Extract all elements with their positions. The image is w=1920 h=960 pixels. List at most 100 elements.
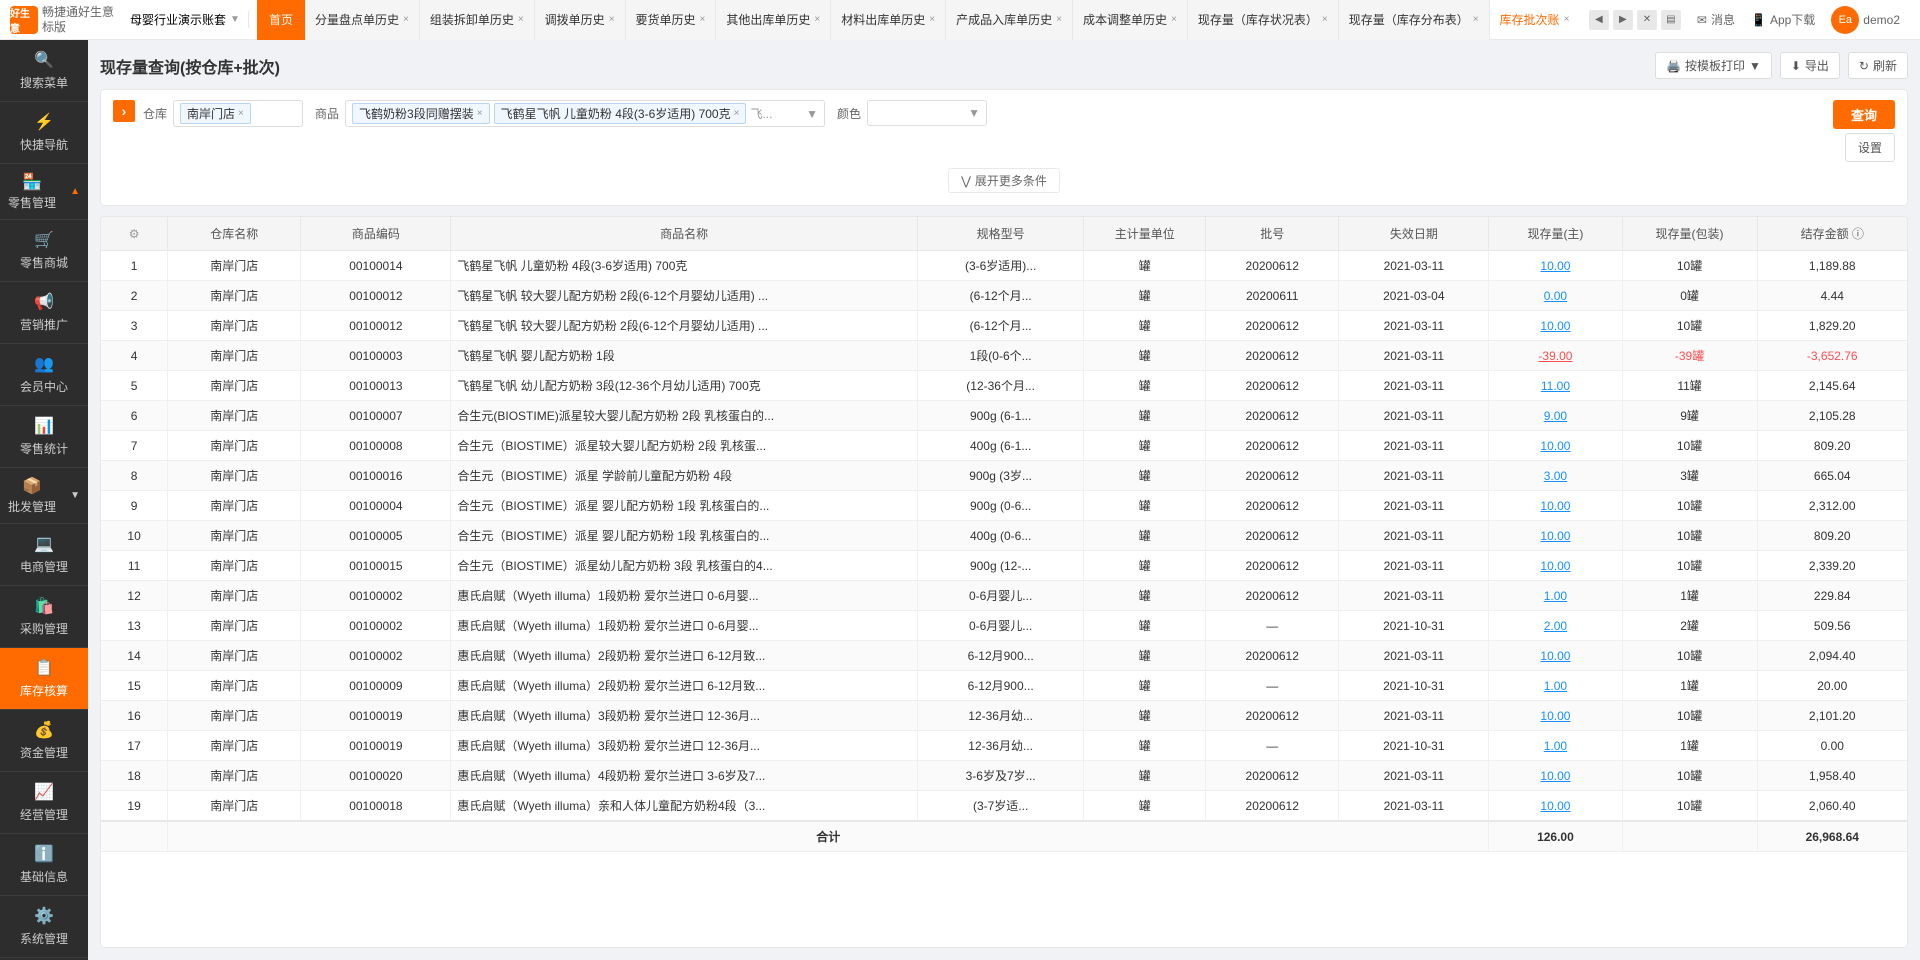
row-stock-main[interactable]: 10.00 bbox=[1489, 431, 1622, 461]
product-tag-1-remove[interactable]: × bbox=[477, 108, 483, 119]
sidebar-item-retail-mgmt[interactable]: 🏪 零售管理 ▲ bbox=[0, 164, 88, 220]
tab-7[interactable]: 产成品入库单历史× bbox=[946, 0, 1073, 40]
product-tag-area[interactable]: 飞鹤奶粉3段同赠摆装 × 飞鹤星飞帆 儿童奶粉 4段(3-6岁适用) 700克 … bbox=[345, 100, 825, 127]
row-stock-main[interactable]: 1.00 bbox=[1489, 671, 1622, 701]
color-tag-area[interactable]: ▼ bbox=[867, 100, 987, 126]
tab-11[interactable]: 库存批次账× bbox=[1490, 2, 1573, 38]
row-unit: 罐 bbox=[1084, 341, 1206, 371]
sidebar: 🔍 搜索菜单 ⚡ 快捷导航 🏪 零售管理 ▲ 🛒 零售商城 📢 营销推广 👥 会… bbox=[0, 40, 88, 960]
column-settings-icon[interactable]: ⚙ bbox=[129, 227, 140, 241]
tab-6[interactable]: 材料出库单历史× bbox=[831, 0, 946, 40]
tab-1[interactable]: 分量盘点单历史× bbox=[305, 0, 420, 40]
row-spec: (6-12个月... bbox=[917, 311, 1084, 341]
tab-10[interactable]: 现存量（库存分布表）× bbox=[1339, 0, 1490, 40]
export-btn[interactable]: ⬇ 导出 bbox=[1780, 52, 1840, 79]
filter-expand-btn[interactable]: › bbox=[113, 100, 135, 122]
search-icon: 🔍 bbox=[34, 50, 54, 70]
sidebar-item-search[interactable]: 🔍 搜索菜单 bbox=[0, 40, 88, 102]
row-stock-main[interactable]: 10.00 bbox=[1489, 791, 1622, 822]
basics-icon: ℹ️ bbox=[34, 844, 54, 864]
sidebar-item-retail-stats[interactable]: 📊 零售统计 bbox=[0, 406, 88, 468]
row-stock-main[interactable]: 2.00 bbox=[1489, 611, 1622, 641]
sidebar-item-nav[interactable]: ⚡ 快捷导航 bbox=[0, 102, 88, 164]
row-stock-main[interactable]: 10.00 bbox=[1489, 491, 1622, 521]
app-download-btn[interactable]: 📱 App下载 bbox=[1751, 11, 1815, 28]
row-balance: 665.04 bbox=[1757, 461, 1907, 491]
refresh-btn[interactable]: ↻ 刷新 bbox=[1848, 52, 1908, 79]
row-stock-main[interactable]: -39.00 bbox=[1489, 341, 1622, 371]
product-tag-2-remove[interactable]: × bbox=[734, 108, 740, 119]
sidebar-item-operations[interactable]: 📈 经营管理 bbox=[0, 772, 88, 834]
row-unit: 罐 bbox=[1084, 611, 1206, 641]
row-unit: 罐 bbox=[1084, 281, 1206, 311]
query-btn[interactable]: 查询 bbox=[1833, 100, 1895, 129]
col-header-unit: 主计量单位 bbox=[1084, 217, 1206, 251]
sidebar-item-finance[interactable]: 💰 资金管理 bbox=[0, 710, 88, 772]
total-balance: 26,968.64 bbox=[1757, 821, 1907, 852]
warehouse-tag-area[interactable]: 南岸门店 × bbox=[173, 100, 303, 127]
system-icon: ⚙️ bbox=[34, 906, 54, 926]
tab-8[interactable]: 成本调整单历史× bbox=[1073, 0, 1188, 40]
row-stock-main[interactable]: 10.00 bbox=[1489, 311, 1622, 341]
tab-nav-buttons: ◀ ▶ ✕ ▤ bbox=[1581, 10, 1689, 30]
row-name: 惠氏启赋（Wyeth illuma）2段奶粉 爱尔兰进口 6-12月致... bbox=[451, 671, 917, 701]
row-stock-main[interactable]: 10.00 bbox=[1489, 761, 1622, 791]
row-stock-main[interactable]: 10.00 bbox=[1489, 641, 1622, 671]
row-stock-main[interactable]: 10.00 bbox=[1489, 251, 1622, 281]
tab-2[interactable]: 组装拆卸单历史× bbox=[420, 0, 535, 40]
row-warehouse: 南岸门店 bbox=[168, 701, 301, 731]
settings-btn[interactable]: 设置 bbox=[1845, 133, 1895, 162]
row-stock-main[interactable]: 10.00 bbox=[1489, 701, 1622, 731]
row-stock-main[interactable]: 1.00 bbox=[1489, 581, 1622, 611]
user-avatar[interactable]: Ea demo2 bbox=[1831, 6, 1900, 34]
sidebar-item-purchasing[interactable]: 🛍️ 采购管理 bbox=[0, 586, 88, 648]
table-row: 3 南岸门店 00100012 飞鹤星飞帆 较大婴儿配方奶粉 2段(6-12个月… bbox=[101, 311, 1907, 341]
row-stock-main[interactable]: 10.00 bbox=[1489, 551, 1622, 581]
table-row: 14 南岸门店 00100002 惠氏启赋（Wyeth illuma）2段奶粉 … bbox=[101, 641, 1907, 671]
row-code: 00100009 bbox=[301, 671, 451, 701]
row-stock-pkg: 9罐 bbox=[1622, 401, 1757, 431]
messages-btn[interactable]: ✉ 消息 bbox=[1697, 11, 1735, 28]
row-spec: 6-12月900... bbox=[917, 641, 1084, 671]
sidebar-item-retail-mall[interactable]: 🛒 零售商城 bbox=[0, 220, 88, 282]
sidebar-item-members[interactable]: 👥 会员中心 bbox=[0, 344, 88, 406]
tab-close-btn[interactable]: ✕ bbox=[1637, 10, 1657, 30]
warehouse-tag-remove[interactable]: × bbox=[238, 108, 244, 119]
sidebar-item-basics[interactable]: ℹ️ 基础信息 bbox=[0, 834, 88, 896]
row-number: 16 bbox=[101, 701, 168, 731]
col-header-settings[interactable]: ⚙ bbox=[101, 217, 168, 251]
row-balance: 509.56 bbox=[1757, 611, 1907, 641]
table-row: 16 南岸门店 00100019 惠氏启赋（Wyeth illuma）3段奶粉 … bbox=[101, 701, 1907, 731]
tab-4[interactable]: 要货单历史× bbox=[626, 0, 717, 40]
table-scroll[interactable]: ⚙ 仓库名称 商品编码 商品名称 规格型号 主计量单位 批号 失效日期 现存量(… bbox=[101, 217, 1907, 947]
sidebar-item-inventory[interactable]: 📋 库存核算 bbox=[0, 648, 88, 710]
row-stock-main[interactable]: 0.00 bbox=[1489, 281, 1622, 311]
row-stock-main[interactable]: 10.00 bbox=[1489, 521, 1622, 551]
row-stock-main[interactable]: 1.00 bbox=[1489, 731, 1622, 761]
row-stock-main[interactable]: 3.00 bbox=[1489, 461, 1622, 491]
avatar-icon: Ea bbox=[1831, 6, 1859, 34]
wholesale-icon: 📦 bbox=[22, 476, 42, 496]
print-btn[interactable]: 🖨️ 按模板打印 ▼ bbox=[1655, 52, 1772, 79]
row-stock-main[interactable]: 11.00 bbox=[1489, 371, 1622, 401]
row-number: 13 bbox=[101, 611, 168, 641]
tab-menu-btn[interactable]: ▤ bbox=[1661, 10, 1681, 30]
tab-3[interactable]: 调拨单历史× bbox=[535, 0, 626, 40]
row-name: 惠氏启赋（Wyeth illuma）1段奶粉 爱尔兰进口 0-6月婴... bbox=[451, 581, 917, 611]
expand-more-btn[interactable]: ⋁ 展开更多条件 bbox=[948, 168, 1060, 193]
sidebar-item-system[interactable]: ⚙️ 系统管理 bbox=[0, 896, 88, 958]
sidebar-item-ecommerce[interactable]: 💻 电商管理 bbox=[0, 524, 88, 586]
row-name: 合生元（BIOSTIME）派星 婴儿配方奶粉 1段 乳核蛋白的... bbox=[451, 491, 917, 521]
sidebar-item-marketing[interactable]: 📢 营销推广 bbox=[0, 282, 88, 344]
row-name: 惠氏启赋（Wyeth illuma）4段奶粉 爱尔兰进口 3-6岁及7... bbox=[451, 761, 917, 791]
product-more-indicator[interactable]: 飞... bbox=[750, 105, 772, 122]
sidebar-item-wholesale[interactable]: 📦 批发管理 ▼ bbox=[0, 468, 88, 524]
tab-home[interactable]: 首页 bbox=[257, 0, 305, 40]
tab-9[interactable]: 现存量（库存状况表）× bbox=[1188, 0, 1339, 40]
tab-5[interactable]: 其他出库单历史× bbox=[716, 0, 831, 40]
tab-prev-btn[interactable]: ◀ bbox=[1589, 10, 1609, 30]
company-selector[interactable]: 母婴行业演示账套 ▼ bbox=[122, 11, 249, 28]
inventory-icon: 📋 bbox=[34, 658, 54, 678]
tab-next-btn[interactable]: ▶ bbox=[1613, 10, 1633, 30]
row-stock-main[interactable]: 9.00 bbox=[1489, 401, 1622, 431]
